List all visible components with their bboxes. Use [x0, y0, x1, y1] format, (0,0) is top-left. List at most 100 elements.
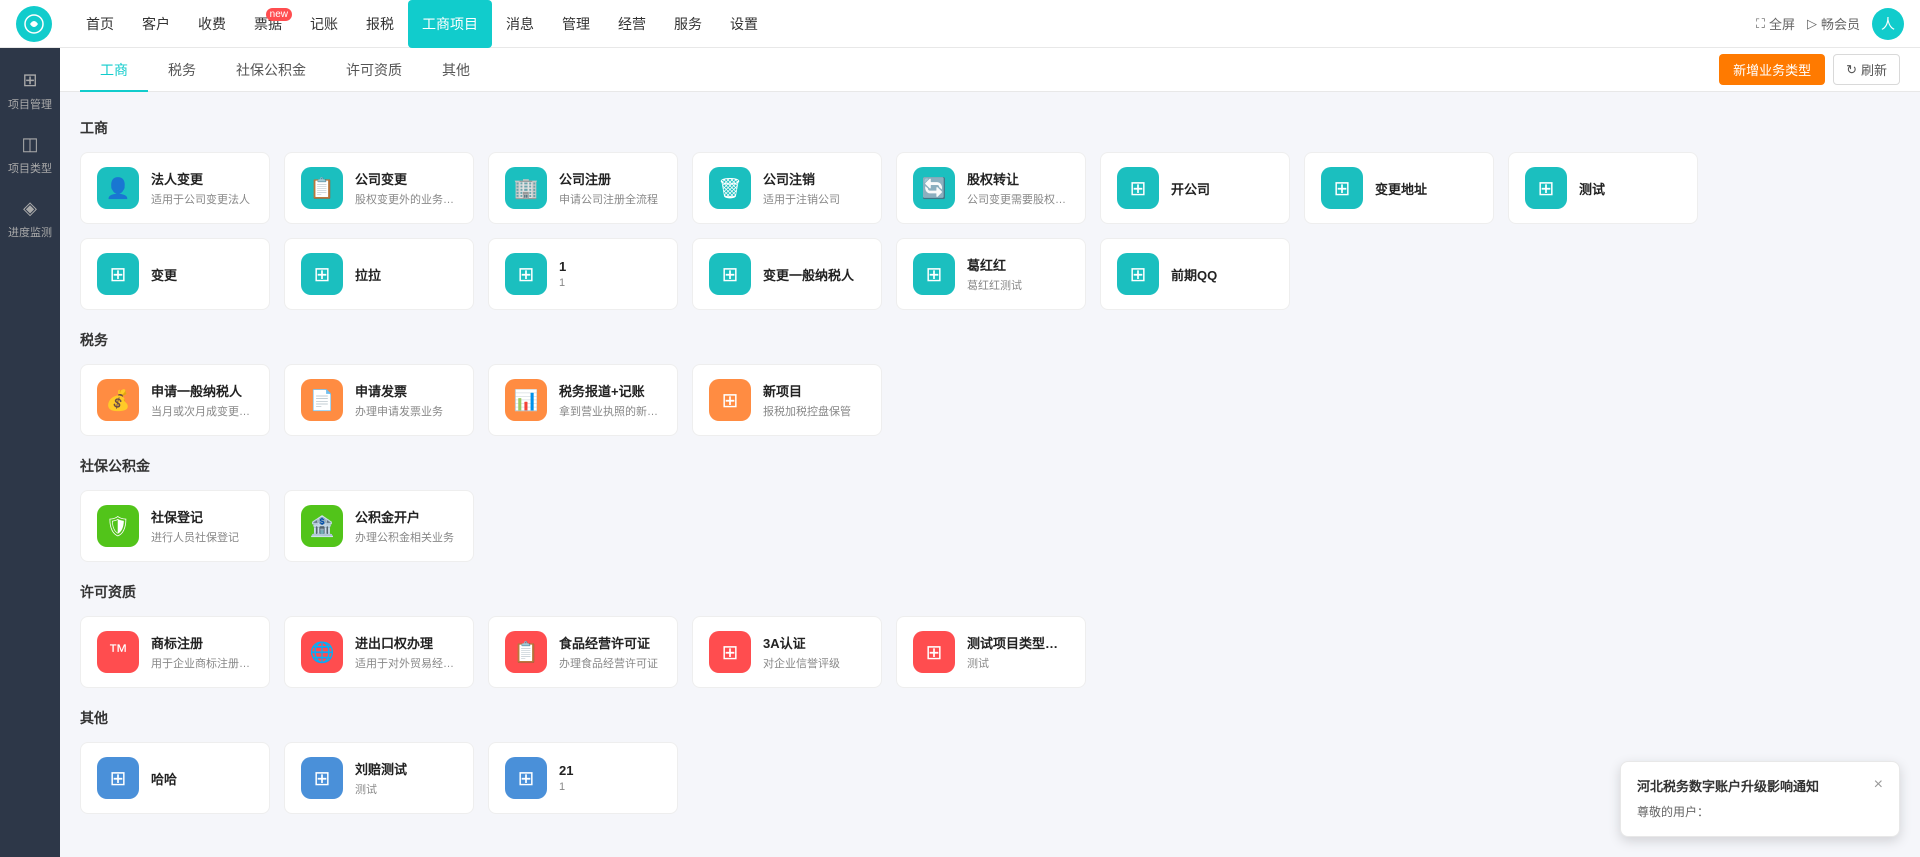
card-desc-apply-taxpayer: 当月或次月成变更完成	[151, 403, 253, 419]
nav-item-tax[interactable]: 报税	[352, 0, 408, 48]
card-info-company-change: 公司变更 股权变更外的业务变更	[355, 169, 457, 207]
card-icon-company-cancel: 🗑	[709, 167, 751, 209]
tab-xuke[interactable]: 许可资质	[326, 48, 422, 92]
nav-item-home[interactable]: 首页	[72, 0, 128, 48]
card-icon-lala: ⊞	[301, 253, 343, 295]
card-desc-liupei-test: 测试	[355, 781, 457, 797]
nav-item-management[interactable]: 管理	[548, 0, 604, 48]
play-icon: ▷	[1807, 16, 1817, 32]
tab-gongshang[interactable]: 工商	[80, 48, 148, 92]
fullscreen-btn[interactable]: ⛶ 全屏	[1756, 14, 1795, 33]
nav-item-tickets[interactable]: 票据new	[240, 0, 296, 48]
nav-item-clients[interactable]: 客户	[128, 0, 184, 48]
card-lala[interactable]: ⊞ 拉拉	[284, 238, 474, 310]
sidebar-item-progress-monitor[interactable]: ◈进度监测	[0, 186, 60, 250]
card-title-3a-cert: 3A认证	[763, 633, 865, 652]
card-icon-num1: ⊞	[505, 253, 547, 295]
card-info-change1: 变更	[151, 265, 253, 284]
cards-grid-xuke: ™ 商标注册 用于企业商标注册服务 🌐 进出口权办理 适用于对外贸易经营者 📋 …	[80, 616, 1900, 688]
sidebar-item-project-mgmt[interactable]: ⊞项目管理	[0, 58, 60, 122]
card-icon-test1: ⊞	[1525, 167, 1567, 209]
card-title-apply-invoice: 申请发票	[355, 381, 457, 400]
card-title-change-address: 变更地址	[1375, 179, 1477, 198]
card-legal-change[interactable]: 👤 法人变更 适用于公司变更法人	[80, 152, 270, 224]
card-apply-invoice[interactable]: 📄 申请发票 办理申请发票业务	[284, 364, 474, 436]
card-title-social-insurance: 社保登记	[151, 507, 253, 526]
card-info-tax-report-bookkeeping: 税务报道+记账 拿到营业执照的新公司	[559, 381, 661, 419]
card-open-company[interactable]: ⊞ 开公司	[1100, 152, 1290, 224]
card-provident-fund[interactable]: 🏦 公积金开户 办理公积金相关业务	[284, 490, 474, 562]
sidebar-label-project-mgmt: 项目管理	[8, 96, 52, 112]
card-title-import-export: 进出口权办理	[355, 633, 457, 652]
card-title-provident-fund: 公积金开户	[355, 507, 457, 526]
add-type-button[interactable]: 新增业务类型	[1719, 54, 1825, 85]
card-title-new-project: 新项目	[763, 381, 865, 400]
card-3a-cert[interactable]: ⊞ 3A认证 对企业信誉评级	[692, 616, 882, 688]
card-haha[interactable]: ⊞ 哈哈	[80, 742, 270, 814]
tab-other[interactable]: 其他	[422, 48, 490, 92]
card-icon-haha: ⊞	[97, 757, 139, 799]
tab-shebao[interactable]: 社保公积金	[216, 48, 326, 92]
sidebar-icon-progress-monitor: ◈	[18, 196, 42, 220]
card-icon-food-license: 📋	[505, 631, 547, 673]
card-equity-transfer[interactable]: 🔄 股权转让 公司变更需要股权转让	[896, 152, 1086, 224]
card-social-insurance[interactable]: 🛡 社保登记 进行人员社保登记	[80, 490, 270, 562]
card-info-liupei-test: 刘赔测试 测试	[355, 759, 457, 797]
nav-item-operations[interactable]: 经营	[604, 0, 660, 48]
card-trademark[interactable]: ™ 商标注册 用于企业商标注册服务	[80, 616, 270, 688]
tab-shuiwu[interactable]: 税务	[148, 48, 216, 92]
card-info-ge-hong-hong: 葛红红 葛红红测试	[967, 255, 1069, 293]
card-change-taxpayer[interactable]: ⊞ 变更一般纳税人	[692, 238, 882, 310]
card-test-project-type[interactable]: ⊞ 测试项目类型目定义 测试	[896, 616, 1086, 688]
card-info-company-cancel: 公司注销 适用于注销公司	[763, 169, 865, 207]
card-info-equity-transfer: 股权转让 公司变更需要股权转让	[967, 169, 1069, 207]
nav-item-services[interactable]: 服务	[660, 0, 716, 48]
card-ge-hong-hong[interactable]: ⊞ 葛红红 葛红红测试	[896, 238, 1086, 310]
card-num21[interactable]: ⊞ 21 1	[488, 742, 678, 814]
card-food-license[interactable]: 📋 食品经营许可证 办理食品经营许可证	[488, 616, 678, 688]
card-desc-trademark: 用于企业商标注册服务	[151, 655, 253, 671]
card-num1[interactable]: ⊞ 1 1	[488, 238, 678, 310]
card-new-project[interactable]: ⊞ 新项目 报税加税控盘保管	[692, 364, 882, 436]
card-desc-test-project-type: 测试	[967, 655, 1069, 671]
card-import-export[interactable]: 🌐 进出口权办理 适用于对外贸易经营者	[284, 616, 474, 688]
card-test1[interactable]: ⊞ 测试	[1508, 152, 1698, 224]
sidebar-icon-project-type: ◫	[18, 132, 42, 156]
avatar[interactable]: 人	[1872, 8, 1904, 40]
nav-item-billing[interactable]: 收费	[184, 0, 240, 48]
card-liupei-test[interactable]: ⊞ 刘赔测试 测试	[284, 742, 474, 814]
card-title-liupei-test: 刘赔测试	[355, 759, 457, 778]
card-desc-new-project: 报税加税控盘保管	[763, 403, 865, 419]
card-tax-report-bookkeeping[interactable]: 📊 税务报道+记账 拿到营业执照的新公司	[488, 364, 678, 436]
card-info-social-insurance: 社保登记 进行人员社保登记	[151, 507, 253, 545]
section-title-xuke: 许可资质	[80, 582, 1900, 602]
card-desc-social-insurance: 进行人员社保登记	[151, 529, 253, 545]
nav-item-bizproject[interactable]: 工商项目	[408, 0, 492, 48]
refresh-button[interactable]: ↻ 刷新	[1833, 54, 1900, 85]
sidebar-item-project-type[interactable]: ◫项目类型	[0, 122, 60, 186]
nav-item-settings[interactable]: 设置	[716, 0, 772, 48]
card-icon-liupei-test: ⊞	[301, 757, 343, 799]
card-icon-change-taxpayer: ⊞	[709, 253, 751, 295]
nav-item-accounts[interactable]: 记账	[296, 0, 352, 48]
card-company-change[interactable]: 📋 公司变更 股权变更外的业务变更	[284, 152, 474, 224]
nav-item-messages[interactable]: 消息	[492, 0, 548, 48]
cards-grid-shebao: 🛡 社保登记 进行人员社保登记 🏦 公积金开户 办理公积金相关业务	[80, 490, 1900, 562]
card-icon-test-project-type: ⊞	[913, 631, 955, 673]
card-company-register[interactable]: 🏢 公司注册 申请公司注册全流程	[488, 152, 678, 224]
card-title-lala: 拉拉	[355, 265, 457, 284]
card-icon-qianqi-qq: ⊞	[1117, 253, 1159, 295]
card-change-address[interactable]: ⊞ 变更地址	[1304, 152, 1494, 224]
member-btn[interactable]: ▷ 畅会员	[1807, 14, 1860, 33]
card-info-change-taxpayer: 变更一般纳税人	[763, 265, 865, 284]
card-qianqi-qq[interactable]: ⊞ 前期QQ	[1100, 238, 1290, 310]
card-icon-num21: ⊞	[505, 757, 547, 799]
card-title-equity-transfer: 股权转让	[967, 169, 1069, 188]
toast-close-button[interactable]: ×	[1874, 776, 1883, 794]
card-icon-company-register: 🏢	[505, 167, 547, 209]
card-change1[interactable]: ⊞ 变更	[80, 238, 270, 310]
logo	[16, 6, 52, 42]
card-apply-taxpayer[interactable]: 💰 申请一般纳税人 当月或次月成变更完成	[80, 364, 270, 436]
cards-grid-shuiwu: 💰 申请一般纳税人 当月或次月成变更完成 📄 申请发票 办理申请发票业务 📊 税…	[80, 364, 1900, 436]
card-company-cancel[interactable]: 🗑 公司注销 适用于注销公司	[692, 152, 882, 224]
